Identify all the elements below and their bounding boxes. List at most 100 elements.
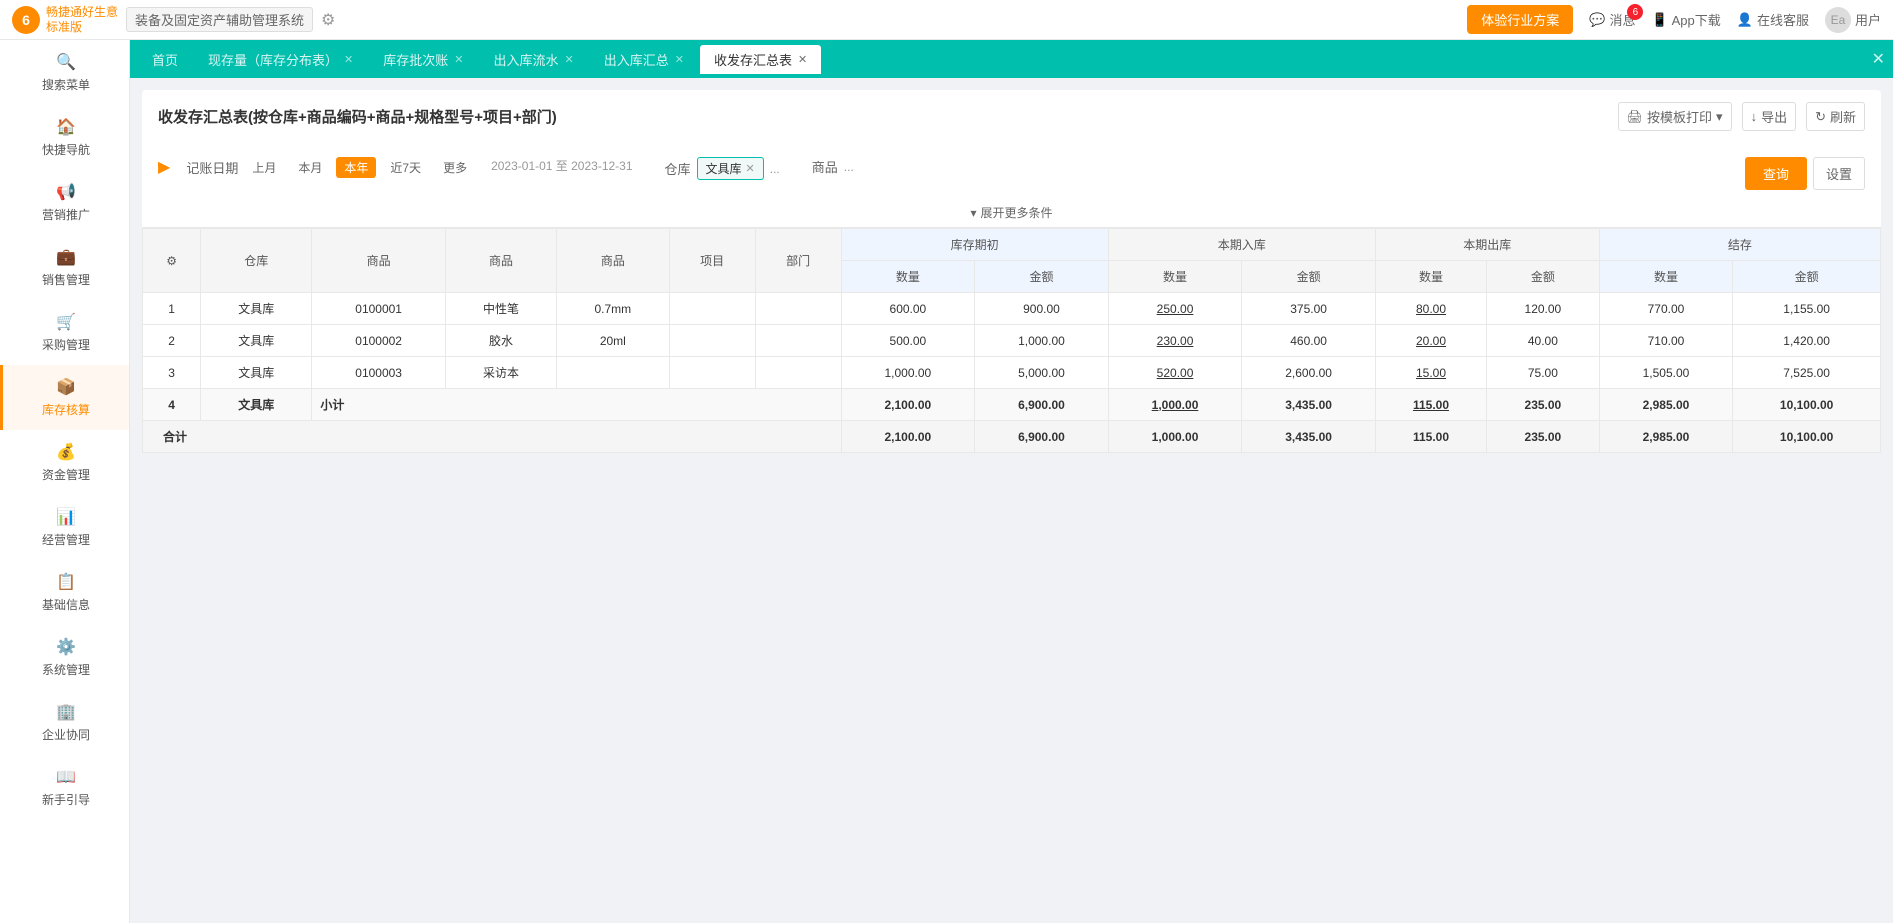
cell-balance-qty: 710.00 <box>1599 325 1733 357</box>
goods-more[interactable]: ... <box>844 160 854 174</box>
tab-inout-flow[interactable]: 出入库流水 ✕ <box>479 45 587 74</box>
cell-out-qty[interactable]: 80.00 <box>1375 293 1486 325</box>
date-options: 上月 本月 本年 近7天 更多 <box>244 157 475 178</box>
tab-inventory-dist[interactable]: 现存量（库存分布表） ✕ <box>194 45 367 74</box>
th-in-amt: 金额 <box>1242 261 1376 293</box>
cell-warehouse: 文具库 <box>201 357 312 389</box>
money-icon: 💰 <box>56 442 76 462</box>
th-settings[interactable]: ⚙ <box>143 229 201 293</box>
expand-filters-row: ▾ 展开更多条件 <box>142 198 1881 228</box>
warehouse-tag-close[interactable]: ✕ <box>746 162 755 175</box>
th-in-qty: 数量 <box>1108 261 1242 293</box>
cell-opening-amt: 5,000.00 <box>975 357 1109 389</box>
date-btn-last-month[interactable]: 上月 <box>244 157 284 178</box>
cell-product-name: 胶水 <box>445 325 556 357</box>
cell-balance-amt: 1,155.00 <box>1733 293 1881 325</box>
subtotal-opening-amt: 6,900.00 <box>975 389 1109 421</box>
th-out-qty: 数量 <box>1375 261 1486 293</box>
sidebar-item-sales[interactable]: 💼 销售管理 <box>0 235 129 300</box>
chart-icon: 📊 <box>56 507 76 527</box>
cell-out-qty[interactable]: 20.00 <box>1375 325 1486 357</box>
cell-in-qty[interactable]: 230.00 <box>1108 325 1242 357</box>
sidebar-item-inventory[interactable]: 📦 库存核算 <box>0 365 129 430</box>
sidebar-item-system[interactable]: ⚙️ 系统管理 <box>0 625 129 690</box>
search-icon: 🔍 <box>56 52 76 72</box>
sidebar-item-purchase[interactable]: 🛒 采购管理 <box>0 300 129 365</box>
cell-opening-qty: 500.00 <box>841 325 975 357</box>
query-actions: 查询 设置 <box>1745 157 1865 190</box>
export-icon: ↓ <box>1751 109 1758 124</box>
sidebar-item-marketing[interactable]: 📢 营销推广 <box>0 170 129 235</box>
warehouse-more[interactable]: ... <box>770 162 780 176</box>
sidebar-item-enterprise[interactable]: 🏢 企业协同 <box>0 690 129 755</box>
gear-icon: ⚙️ <box>56 637 76 657</box>
tab-close-batch[interactable]: ✕ <box>454 53 463 66</box>
system-name: 装备及固定资产辅助管理系统 <box>126 7 313 32</box>
cell-in-qty[interactable]: 520.00 <box>1108 357 1242 389</box>
subtotal-out-qty[interactable]: 115.00 <box>1375 389 1486 421</box>
subtotal-in-qty[interactable]: 1,000.00 <box>1108 389 1242 421</box>
expand-icon: ▾ <box>970 206 976 220</box>
date-btn-7days[interactable]: 近7天 <box>382 157 429 178</box>
tab-close-receive-summary[interactable]: ✕ <box>798 53 807 66</box>
th-balance-group: 结存 <box>1599 229 1880 261</box>
tab-inout-summary[interactable]: 出入库汇总 ✕ <box>590 45 698 74</box>
print-button[interactable]: 🖨 按模板打印 ▾ <box>1618 102 1732 131</box>
online-service-button[interactable]: 👤 在线客服 <box>1737 10 1809 29</box>
total-out-amt: 235.00 <box>1487 421 1600 453</box>
tab-close-inout-summary[interactable]: ✕ <box>675 53 684 66</box>
date-filter: 记账日期 上月 本月 本年 近7天 更多 <box>186 157 475 178</box>
tab-close-inventory-dist[interactable]: ✕ <box>344 53 353 66</box>
tab-bar-close[interactable]: ✕ <box>1872 49 1885 69</box>
cell-product-spec: 0.7mm <box>557 293 670 325</box>
th-department: 部门 <box>755 229 841 293</box>
cell-product-name: 采访本 <box>445 357 556 389</box>
date-range-text: 2023-01-01 至 2023-12-31 <box>491 157 632 174</box>
sidebar-item-finance[interactable]: 💰 资金管理 <box>0 430 129 495</box>
sidebar-item-search[interactable]: 🔍 搜索菜单 <box>0 40 129 105</box>
table-container: ⚙ 仓库 商品 商品 商品 项目 部门 库存期初 本期入库 本期出库 结存 <box>142 228 1881 453</box>
cell-out-qty[interactable]: 15.00 <box>1375 357 1486 389</box>
sidebar-item-basic[interactable]: 📋 基础信息 <box>0 560 129 625</box>
clipboard-icon: 📋 <box>56 572 76 592</box>
cell-in-amt: 2,600.00 <box>1242 357 1376 389</box>
tab-bar: 首页 现存量（库存分布表） ✕ 库存批次账 ✕ 出入库流水 ✕ 出入库汇总 ✕ … <box>130 40 1893 78</box>
total-balance-amt: 10,100.00 <box>1733 421 1881 453</box>
sidebar-item-quicknav[interactable]: 🏠 快捷导航 <box>0 105 129 170</box>
expand-button[interactable]: ▾ 展开更多条件 <box>970 204 1052 221</box>
trial-button[interactable]: 体验行业方案 <box>1467 5 1573 34</box>
sidebar-item-guide[interactable]: 📖 新手引导 <box>0 755 129 820</box>
set-button[interactable]: 设置 <box>1813 157 1865 190</box>
sidebar-item-operations[interactable]: 📊 经营管理 <box>0 495 129 560</box>
settings-icon[interactable]: ⚙ <box>321 10 335 30</box>
cell-balance-qty: 770.00 <box>1599 293 1733 325</box>
th-opening-amt: 金额 <box>975 261 1109 293</box>
query-button[interactable]: 查询 <box>1745 157 1807 190</box>
table-row: 3 文具库 0100003 采访本 1,000.00 5,000.00 520.… <box>143 357 1881 389</box>
tab-close-inout-flow[interactable]: ✕ <box>565 53 574 66</box>
date-btn-this-year[interactable]: 本年 <box>336 157 376 178</box>
user-button[interactable]: Ea 用户 <box>1825 7 1881 33</box>
refresh-button[interactable]: ↻ 刷新 <box>1806 102 1865 131</box>
cell-warehouse: 文具库 <box>201 293 312 325</box>
cell-in-qty[interactable]: 250.00 <box>1108 293 1242 325</box>
message-button[interactable]: 💬 消息 6 <box>1589 10 1635 29</box>
cell-balance-amt: 7,525.00 <box>1733 357 1881 389</box>
tab-batch[interactable]: 库存批次账 ✕ <box>369 45 477 74</box>
service-icon: 👤 <box>1737 12 1753 28</box>
cell-department <box>755 293 841 325</box>
sidebar: 🔍 搜索菜单 🏠 快捷导航 📢 营销推广 💼 销售管理 🛒 采购管理 📦 库存核… <box>0 40 130 923</box>
settings-icon[interactable]: ⚙ <box>166 254 177 268</box>
date-btn-more[interactable]: 更多 <box>435 157 475 178</box>
date-btn-this-month[interactable]: 本月 <box>290 157 330 178</box>
building-icon: 🏢 <box>56 702 76 722</box>
cell-out-amt: 120.00 <box>1487 293 1600 325</box>
export-button[interactable]: ↓ 导出 <box>1742 102 1797 131</box>
collapse-button[interactable]: ▶ <box>158 157 170 177</box>
app-download-button[interactable]: 📱 App下载 <box>1651 10 1720 29</box>
tab-receive-summary[interactable]: 收发存汇总表 ✕ <box>700 45 821 74</box>
warehouse-tag[interactable]: 文具库 ✕ <box>697 157 764 180</box>
cell-index: 2 <box>143 325 201 357</box>
goods-filter: 商品 ... <box>812 157 854 176</box>
tab-home[interactable]: 首页 <box>138 45 192 74</box>
